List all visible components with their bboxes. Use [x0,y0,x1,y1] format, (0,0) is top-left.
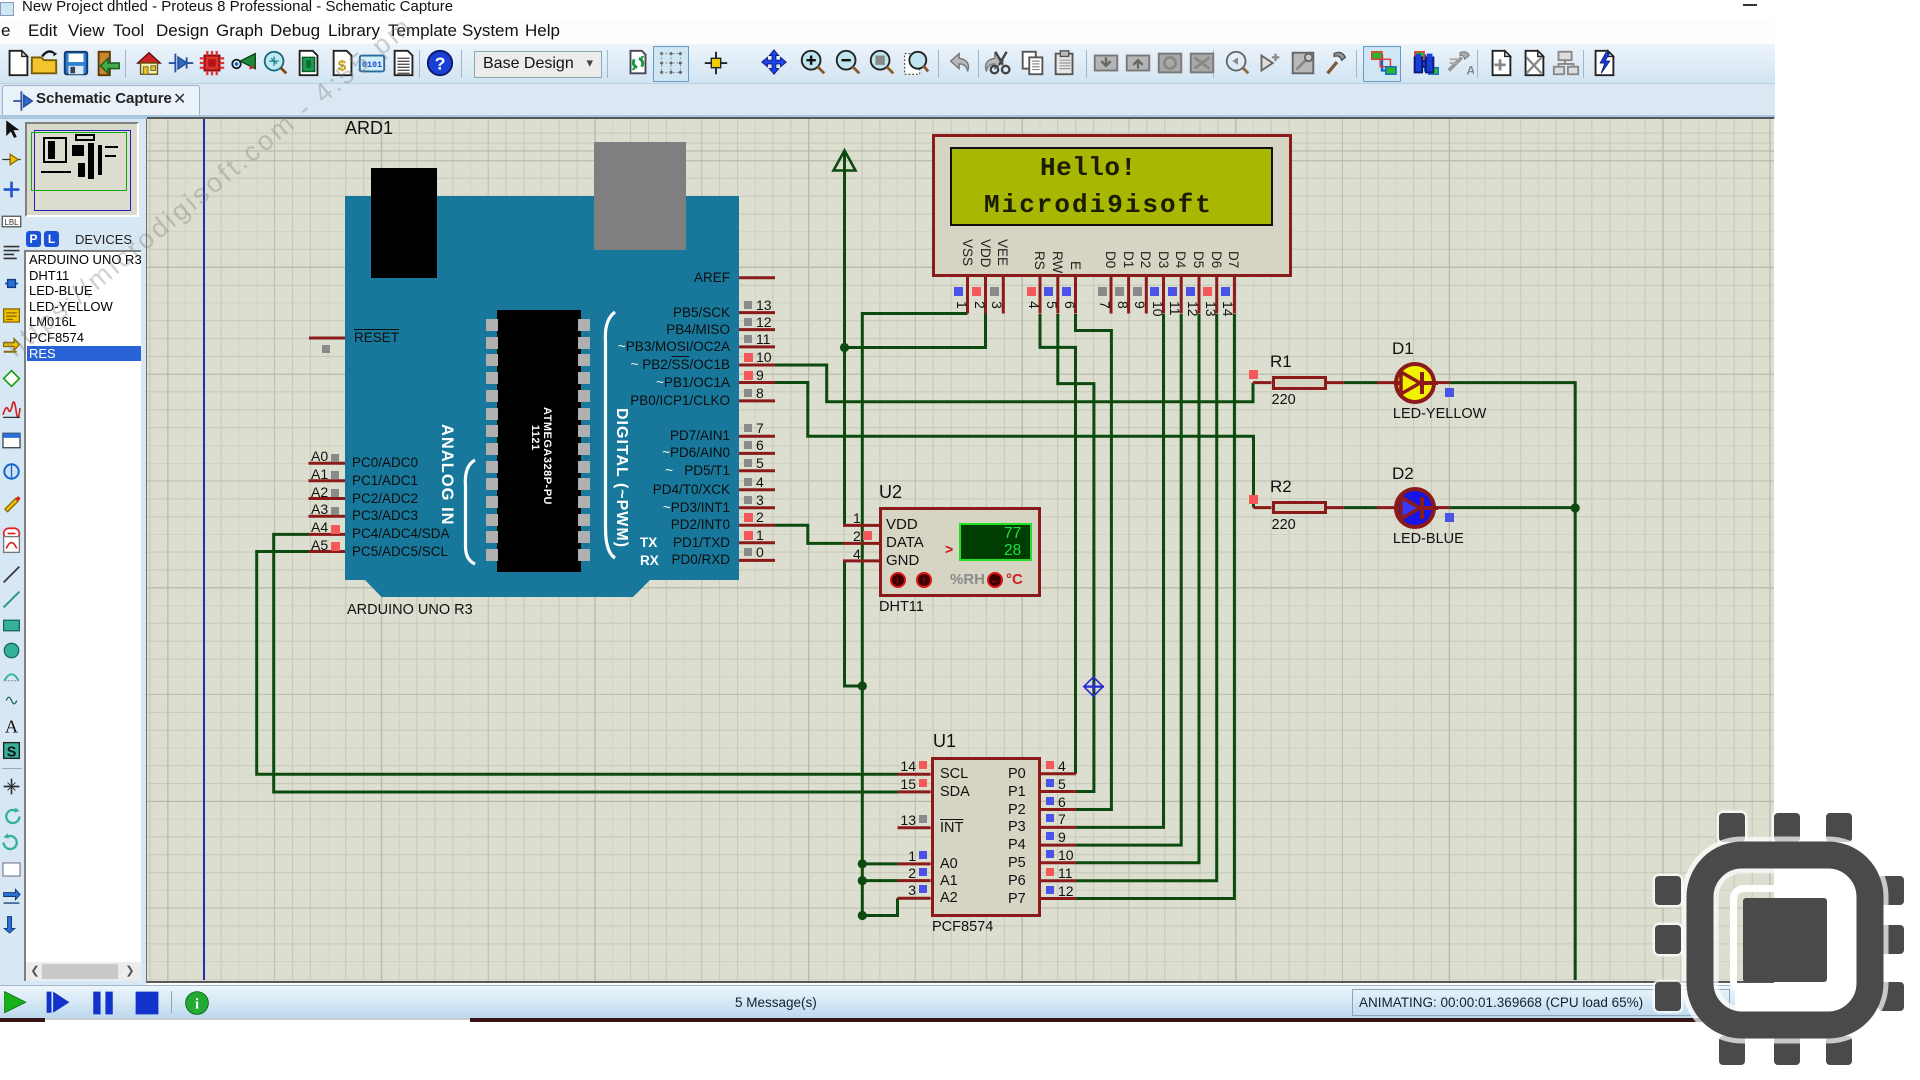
svg-text:?: ? [435,54,446,74]
svg-text:LBL: LBL [5,218,20,227]
svg-text:i: i [195,997,199,1013]
svg-text:A: A [5,717,19,736]
svg-text:A: A [1467,63,1475,77]
svg-text:S: S [7,744,17,760]
